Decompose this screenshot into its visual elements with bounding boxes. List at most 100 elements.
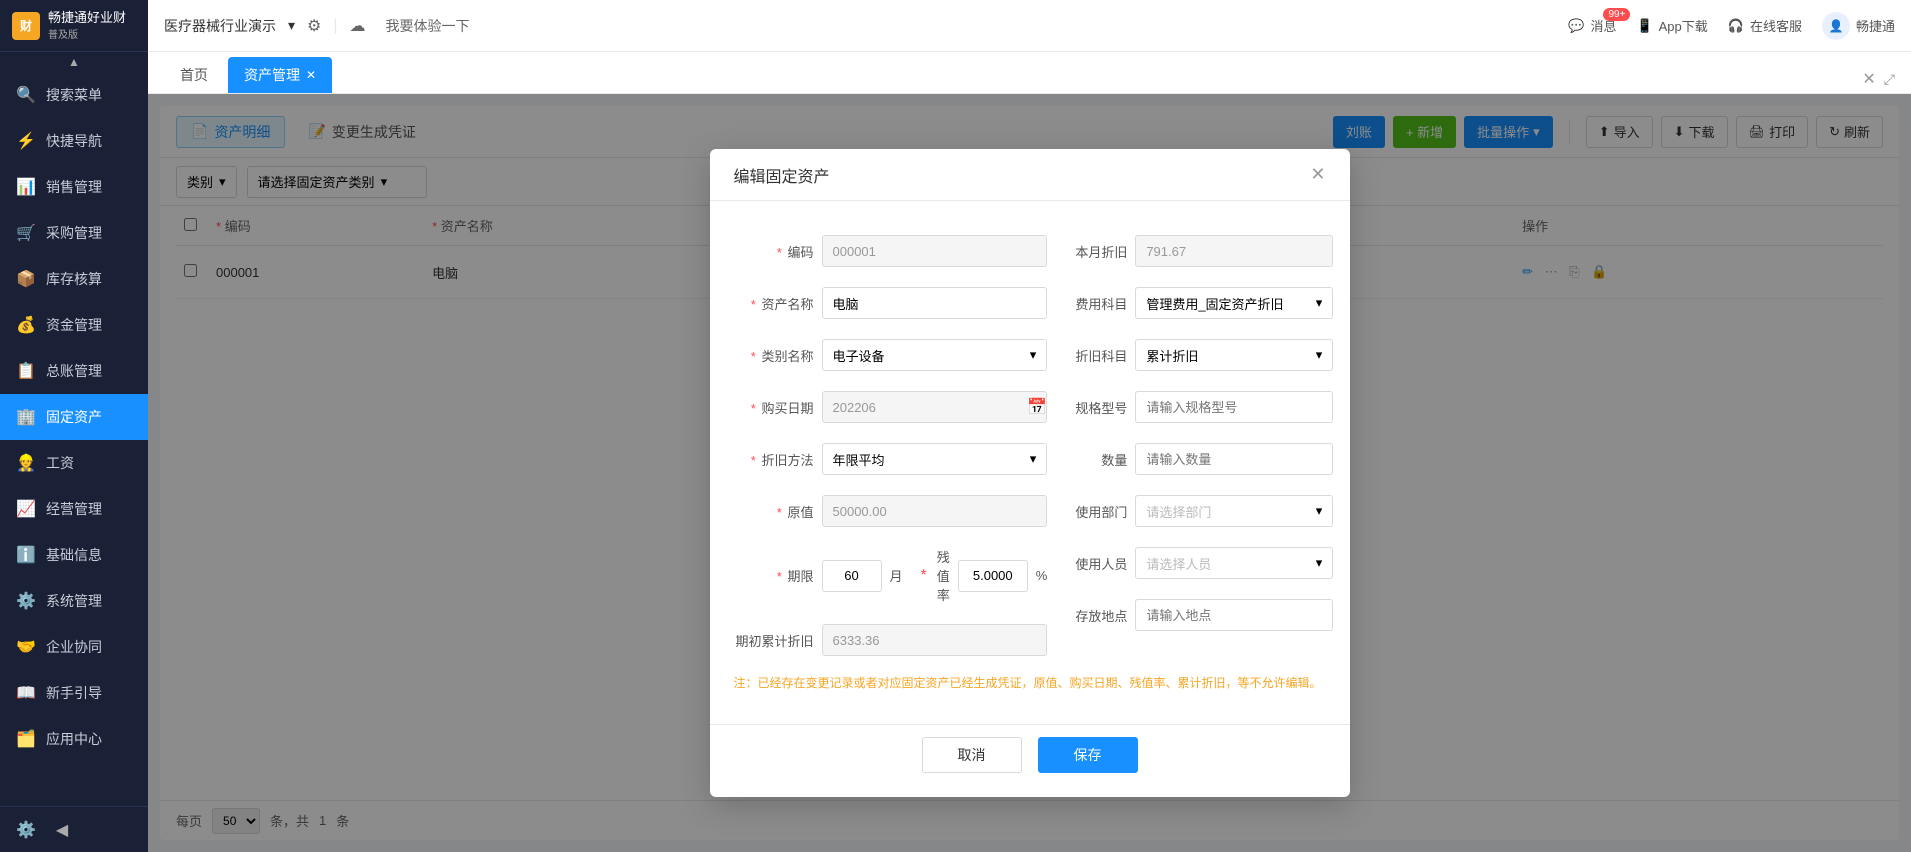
sidebar-bottom: ⚙️ ◀ xyxy=(0,806,148,852)
location-input[interactable] xyxy=(1135,599,1333,631)
modal-close-button[interactable]: ✕ xyxy=(1310,164,1325,185)
messages-button[interactable]: 💬 消息 99+ xyxy=(1568,16,1616,35)
depreciation-method-dropdown-icon: ▾ xyxy=(1030,451,1037,467)
monthly-depreciation-input xyxy=(1135,235,1333,267)
depreciation-method-select[interactable]: 年限平均 ▾ xyxy=(822,443,1048,475)
quantity-input[interactable] xyxy=(1135,443,1333,475)
residual-rate-input[interactable] xyxy=(958,560,1028,592)
content-area: 📄 资产明细 📝 变更生成凭证 刘账 + 新增 批量操作 ▾ xyxy=(148,94,1911,852)
topbar-right: 💬 消息 99+ 📱 App下载 🎧 在线客服 👤 畅捷通 xyxy=(1568,12,1895,40)
form-row-quantity: 数量 xyxy=(1047,433,1333,485)
depreciation-subject-select[interactable]: 累计折旧 ▾ xyxy=(1135,339,1333,371)
experience-label[interactable]: 我要体验一下 xyxy=(386,16,470,36)
original-value-input[interactable] xyxy=(822,495,1048,527)
location-label: 存放地点 xyxy=(1047,606,1127,625)
save-button[interactable]: 保存 xyxy=(1038,737,1138,773)
sidebar-item-finance[interactable]: 💰 资金管理 xyxy=(0,302,148,348)
modal-header: 编辑固定资产 ✕ xyxy=(710,149,1350,201)
app-download-button[interactable]: 📱 App下载 xyxy=(1636,16,1707,35)
logo-text: 畅捷通好业财 普及版 xyxy=(48,10,126,41)
sidebar-item-ledger[interactable]: 📋 总账管理 xyxy=(0,348,148,394)
initial-accumulated-label: 期初累计折旧 xyxy=(734,631,814,650)
tab-home[interactable]: 首页 xyxy=(164,57,224,93)
sidebar-item-label: 快捷导航 xyxy=(46,131,102,151)
customer-service-label: 在线客服 xyxy=(1750,16,1802,35)
sidebar-item-system[interactable]: ⚙️ 系统管理 xyxy=(0,578,148,624)
sidebar-item-management[interactable]: 📈 经营管理 xyxy=(0,486,148,532)
sidebar-item-payroll[interactable]: 👷 工资 xyxy=(0,440,148,486)
sidebar-item-search[interactable]: 🔍 搜索菜单 xyxy=(0,72,148,118)
modal-overlay: 编辑固定资产 ✕ * 编码 xyxy=(148,94,1911,852)
sidebar-item-purchase[interactable]: 🛒 采购管理 xyxy=(0,210,148,256)
tab-home-label: 首页 xyxy=(180,65,208,85)
sidebar-item-label: 总账管理 xyxy=(46,361,102,381)
sidebar: 财 畅捷通好业财 普及版 ▲ 🔍 搜索菜单 ⚡ 快捷导航 📊 销售管理 🛒 采购… xyxy=(0,0,148,852)
sidebar-item-basic-info[interactable]: ℹ️ 基础信息 xyxy=(0,532,148,578)
customer-service-button[interactable]: 🎧 在线客服 xyxy=(1728,16,1802,35)
expense-subject-select[interactable]: 管理费用_固定资产折旧 ▾ xyxy=(1135,287,1333,319)
form-row-initial-accumulated: 期初累计折旧 xyxy=(734,614,1048,666)
form-row-original-value: * 原值 xyxy=(734,485,1048,537)
topbar-divider: | xyxy=(333,17,337,35)
depreciation-subject-label: 折旧科目 xyxy=(1047,346,1127,365)
sidebar-item-inventory[interactable]: 📦 库存核算 xyxy=(0,256,148,302)
tabbar: 首页 资产管理 ✕ ✕ ⤢ xyxy=(148,52,1911,94)
experience-icon: ☁ xyxy=(350,16,366,36)
sidebar-item-fixed-assets[interactable]: 🏢 固定资产 xyxy=(0,394,148,440)
initial-accumulated-input[interactable] xyxy=(822,624,1048,656)
name-label: * 资产名称 xyxy=(734,294,814,313)
sidebar-item-sales[interactable]: 📊 销售管理 xyxy=(0,164,148,210)
calendar-icon[interactable]: 📅 xyxy=(1027,397,1047,417)
sidebar-item-label: 搜索菜单 xyxy=(46,85,102,105)
sidebar-header: 财 畅捷通好业财 普及版 xyxy=(0,0,148,52)
tab-close-icon[interactable]: ✕ xyxy=(306,68,316,82)
category-label: * 类别名称 xyxy=(734,346,814,365)
settings-icon[interactable]: ⚙️ xyxy=(16,820,36,840)
form-row-code: * 编码 xyxy=(734,225,1048,277)
user-select[interactable]: 请选择人员 ▾ xyxy=(1135,547,1333,579)
tab-asset-management[interactable]: 资产管理 ✕ xyxy=(228,57,332,93)
category-select[interactable]: 电子设备 ▾ xyxy=(822,339,1048,371)
form-row-location: 存放地点 xyxy=(1047,589,1333,641)
tab-controls: ✕ ⤢ xyxy=(1862,69,1895,93)
app-download-label: App下载 xyxy=(1659,16,1708,35)
customer-service-icon: 🎧 xyxy=(1728,18,1744,34)
tab-maximize-icon[interactable]: ⤢ xyxy=(1884,71,1895,88)
model-input[interactable] xyxy=(1135,391,1333,423)
collapse-icon[interactable]: ◀ xyxy=(56,820,68,840)
purchase-date-label: * 购买日期 xyxy=(734,398,814,417)
sidebar-item-label: 资金管理 xyxy=(46,315,102,335)
period-input[interactable] xyxy=(822,560,882,592)
sales-icon: 📊 xyxy=(16,177,36,197)
inventory-icon: 📦 xyxy=(16,269,36,289)
topbar-dropdown-arrow[interactable]: ▾ xyxy=(288,17,295,34)
form-row-purchase-date: * 购买日期 📅 xyxy=(734,381,1048,433)
department-select[interactable]: 请选择部门 ▾ xyxy=(1135,495,1333,527)
modal-footer: 取消 保存 xyxy=(710,724,1350,797)
sidebar-item-enterprise[interactable]: 🤝 企业协同 xyxy=(0,624,148,670)
user-avatar-wrap[interactable]: 👤 畅捷通 xyxy=(1822,12,1895,40)
expense-subject-dropdown-icon: ▾ xyxy=(1316,295,1323,311)
original-value-label: * 原值 xyxy=(734,502,814,521)
tab-close-all-icon[interactable]: ✕ xyxy=(1862,69,1875,89)
sidebar-item-guide[interactable]: 📖 新手引导 xyxy=(0,670,148,716)
purchase-date-input[interactable] xyxy=(822,391,1048,423)
search-icon: 🔍 xyxy=(16,85,36,105)
form-right-col: 本月折旧 费用科目 管理费用_固定资产折旧 ▾ xyxy=(1047,225,1333,666)
cancel-button[interactable]: 取消 xyxy=(922,737,1022,773)
modal-form: * 编码 * 资产名称 xyxy=(734,225,1326,666)
sidebar-item-quick-nav[interactable]: ⚡ 快捷导航 xyxy=(0,118,148,164)
settings-icon[interactable]: ⚙ xyxy=(307,16,321,36)
message-icon: 💬 xyxy=(1568,18,1584,34)
modal-body: * 编码 * 资产名称 xyxy=(710,201,1350,724)
form-row-user: 使用人员 请选择人员 ▾ xyxy=(1047,537,1333,589)
sidebar-item-apps[interactable]: 🗂️ 应用中心 xyxy=(0,716,148,762)
modal-note: 注：已经存在变更记录或者对应固定资产已经生成凭证，原值、购买日期、残值率、累计折… xyxy=(734,666,1326,708)
department-label: 使用部门 xyxy=(1047,502,1127,521)
guide-icon: 📖 xyxy=(16,683,36,703)
code-input[interactable] xyxy=(822,235,1048,267)
monthly-depreciation-label: 本月折旧 xyxy=(1047,242,1127,261)
sidebar-scroll-up[interactable]: ▲ xyxy=(0,52,148,72)
name-input[interactable] xyxy=(822,287,1048,319)
finance-icon: 💰 xyxy=(16,315,36,335)
